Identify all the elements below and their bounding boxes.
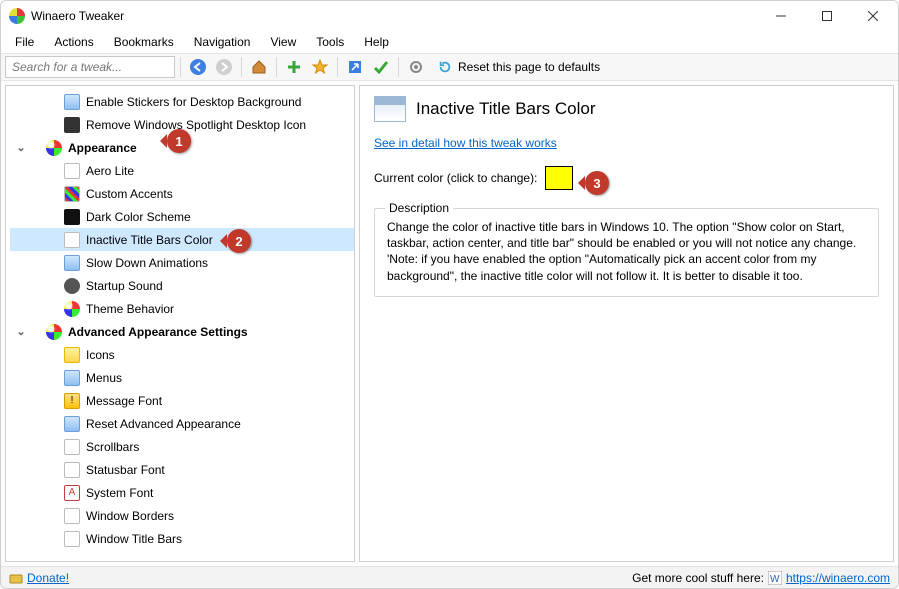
tree-item-icons[interactable]: Icons [10,343,354,366]
home-button[interactable] [247,55,271,79]
tree-item-statusbar-font[interactable]: Statusbar Font [10,458,354,481]
reset-page-button[interactable]: Reset this page to defaults [430,60,608,74]
tree-item-aero-lite[interactable]: Aero Lite [10,159,354,182]
menu-navigation[interactable]: Navigation [184,33,261,51]
tree-item[interactable]: Enable Stickers for Desktop Background [10,90,354,113]
sticker-icon [64,94,80,110]
content-title: Inactive Title Bars Color [416,99,596,119]
nav-back-button[interactable] [186,55,210,79]
app-window: Winaero Tweaker File Actions Bookmarks N… [0,0,899,589]
favorites-button[interactable] [308,55,332,79]
menu-icon [64,370,80,386]
clock-icon [64,255,80,271]
palette-icon [64,301,80,317]
status-text: Get more cool stuff here: [632,571,764,585]
menu-bookmarks[interactable]: Bookmarks [104,33,184,51]
maximize-button[interactable] [804,1,850,31]
menu-tools[interactable]: Tools [306,33,354,51]
tree-item-dark-scheme[interactable]: Dark Color Scheme [10,205,354,228]
tree-item-theme-behavior[interactable]: Theme Behavior [10,297,354,320]
tree-item-reset-adv[interactable]: Reset Advanced Appearance [10,412,354,435]
menu-file[interactable]: File [5,33,44,51]
refresh-icon [64,416,80,432]
nav-forward-button[interactable] [212,55,236,79]
palette-icon [46,140,62,156]
scrollbar-icon [64,439,80,455]
toolbar: Search for a tweak... Reset this page to… [1,53,898,81]
tree-item-startup-sound[interactable]: Startup Sound [10,274,354,297]
refresh-icon [438,60,452,74]
window-icon [64,232,80,248]
tree-item-message-font[interactable]: !Message Font [10,389,354,412]
tree-item-inactive-title-bars[interactable]: Inactive Title Bars Color [10,228,354,251]
menu-help[interactable]: Help [354,33,399,51]
window-icon [64,163,80,179]
tree-item-window-borders[interactable]: Window Borders [10,504,354,527]
description-legend: Description [385,201,453,215]
svg-text:W: W [770,574,780,585]
winaero-link[interactable]: https://winaero.com [786,571,890,585]
tree-item-system-font[interactable]: ASystem Font [10,481,354,504]
window-icon [64,531,80,547]
tree-item-window-title-bars[interactable]: Window Title Bars [10,527,354,550]
toolbar-separator [276,57,277,77]
add-bookmark-button[interactable] [282,55,306,79]
titlebar: Winaero Tweaker [1,1,898,31]
font-icon: A [64,485,80,501]
toolbar-separator [241,57,242,77]
current-color-label: Current color (click to change): [374,171,537,185]
tree-category-appearance[interactable]: ⌄Appearance [10,136,354,159]
winaero-icon: W [768,571,782,585]
sound-icon [64,278,80,294]
toolbar-separator [337,57,338,77]
donate-icon [9,571,23,585]
description-box: Description Change the color of inactive… [374,208,879,297]
folder-icon [64,347,80,363]
tree-item-slow-animations[interactable]: Slow Down Animations [10,251,354,274]
search-input[interactable]: Search for a tweak... [5,56,175,78]
app-icon [9,8,25,24]
spotlight-icon [64,117,80,133]
menu-view[interactable]: View [260,33,306,51]
tree-pane[interactable]: Enable Stickers for Desktop Background R… [5,85,355,562]
tree-item-menus[interactable]: Menus [10,366,354,389]
tree-item[interactable]: Remove Windows Spotlight Desktop Icon [10,113,354,136]
detail-link[interactable]: See in detail how this tweak works [374,136,557,150]
donate-link[interactable]: Donate! [9,571,69,585]
statusbar-icon [64,462,80,478]
content-pane: Inactive Title Bars Color See in detail … [359,85,894,562]
content-header: Inactive Title Bars Color [374,96,879,122]
grid-icon [64,186,80,202]
window-icon [64,508,80,524]
statusbar: Donate! Get more cool stuff here: W http… [1,566,898,588]
dark-icon [64,209,80,225]
palette-icon [46,324,62,340]
menubar: File Actions Bookmarks Navigation View T… [1,31,898,53]
current-color-row: Current color (click to change): [374,166,879,190]
app-title: Winaero Tweaker [31,9,124,23]
body-split: Enable Stickers for Desktop Background R… [1,81,898,566]
tree-item-scrollbars[interactable]: Scrollbars [10,435,354,458]
reset-page-label: Reset this page to defaults [458,60,600,74]
description-text: Change the color of inactive title bars … [387,219,866,284]
apply-button[interactable] [369,55,393,79]
chevron-down-icon[interactable]: ⌄ [14,325,28,338]
settings-button[interactable] [404,55,428,79]
toolbar-separator [398,57,399,77]
tree-category-advanced-appearance[interactable]: ⌄Advanced Appearance Settings [10,320,354,343]
close-button[interactable] [850,1,896,31]
titlebar-preview-icon [374,96,406,122]
export-button[interactable] [343,55,367,79]
menu-actions[interactable]: Actions [44,33,103,51]
color-swatch[interactable] [545,166,573,190]
tree-item-custom-accents[interactable]: Custom Accents [10,182,354,205]
warning-icon: ! [64,393,80,409]
minimize-button[interactable] [758,1,804,31]
tree: Enable Stickers for Desktop Background R… [6,86,354,554]
toolbar-separator [180,57,181,77]
chevron-down-icon[interactable]: ⌄ [14,141,28,154]
